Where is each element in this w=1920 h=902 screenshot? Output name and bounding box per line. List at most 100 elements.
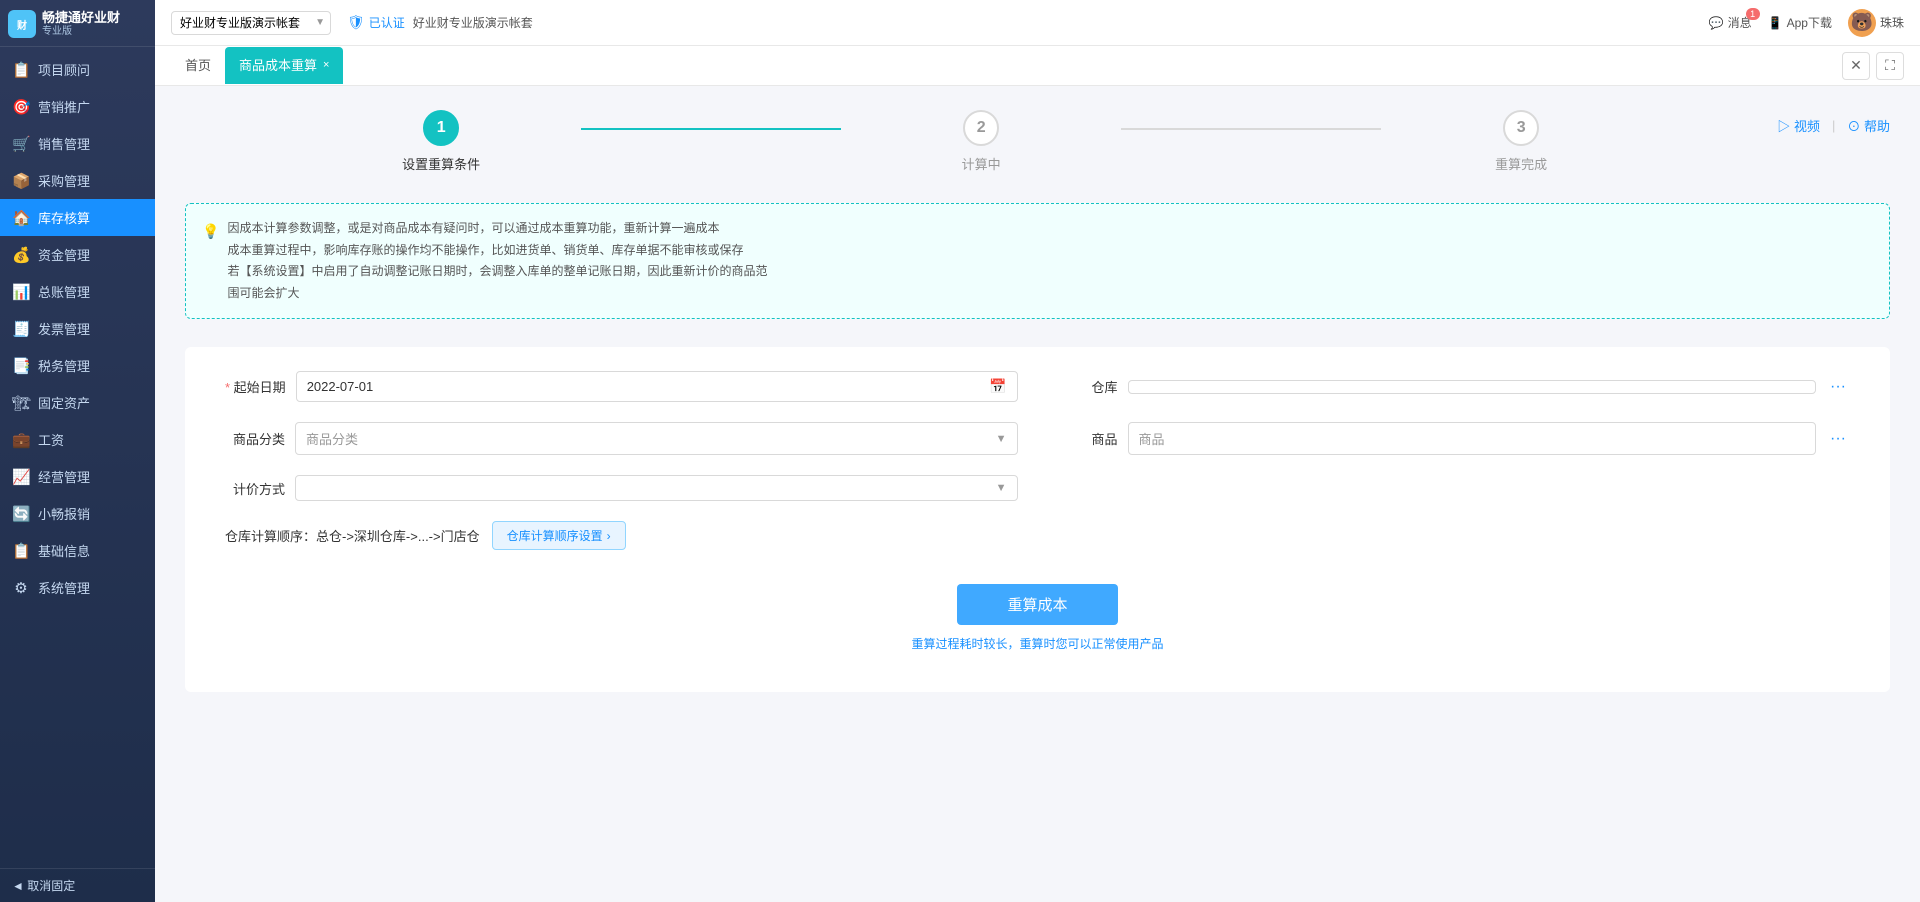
message-badge: 1 [1746,8,1760,20]
sidebar-item-sales[interactable]: 🛒 销售管理 [0,125,155,162]
play-icon: ▷ [1777,119,1790,134]
message-button[interactable]: 💬 消息 1 [1709,14,1752,31]
app-logo-icon: 财 [8,10,36,38]
sidebar-item-tax[interactable]: 📑 税务管理 [0,347,155,384]
category-select[interactable]: 商品分类 ▼ [295,422,1018,455]
chevron-right-icon: › [607,529,611,543]
calendar-icon[interactable]: 📅 [989,378,1006,395]
recalc-button[interactable]: 重算成本 [957,584,1117,625]
purchase-icon: 📦 [12,172,30,190]
video-link[interactable]: ▷ 视频 [1777,116,1820,135]
start-date-value: 2022-07-01 [307,379,983,394]
sidebar-item-label: 经营管理 [38,467,90,486]
marketing-icon: 🎯 [12,98,30,116]
topbar: 好业财专业版演示帐套 ▼ 🛡 已认证 好业财专业版演示帐套 💬 消息 1 📱 A… [155,0,1920,46]
tab-cost-recalc[interactable]: 商品成本重算 × [225,47,343,84]
content-area: 1 设置重算条件 2 计算中 3 [155,86,1920,902]
info-line-2: 成本重算过程中，影响库存账的操作均不能操作，比如进货单、销货单、库存单据不能审核… [227,240,767,262]
form-row-2: 商品分类 商品分类 ▼ 商品 商品 ··· [225,422,1850,455]
warehouse-field: 仓库 ··· [1058,374,1851,400]
start-date-label: 起始日期 [225,377,286,396]
sidebar-item-label: 固定资产 [38,393,90,412]
start-date-input[interactable]: 2022-07-01 📅 [296,371,1018,402]
app-download-button[interactable]: 📱 App下载 [1768,14,1832,31]
info-line-4: 围可能会扩大 [227,283,767,305]
user-avatar-area[interactable]: 🐻 珠珠 [1848,9,1904,37]
sidebar-item-basic[interactable]: 📋 基础信息 [0,532,155,569]
sidebar-item-label: 基础信息 [38,541,90,560]
help-link[interactable]: ⊙ 帮助 [1847,116,1890,135]
warehouse-order-label: 仓库计算顺序：总仓->深圳仓库->...->门店仓 [225,526,480,545]
tabbar-right-buttons: ✕ ⛶ [1842,52,1904,80]
product-input[interactable]: 商品 [1128,422,1817,455]
app-download-label: App下载 [1787,14,1832,31]
shield-icon: 🛡 [347,14,365,31]
sidebar-item-marketing[interactable]: 🎯 营销推广 [0,88,155,125]
topbar-actions: 💬 消息 1 📱 App下载 🐻 珠珠 [1709,9,1904,37]
recalc-note: 重算过程耗时较长，重算时您可以正常使用产品 [225,635,1850,652]
close-panel-button[interactable]: ✕ [1842,52,1870,80]
sidebar-unpin-button[interactable]: ◄ 取消固定 [0,868,155,902]
account-selector[interactable]: 好业财专业版演示帐套 [171,11,331,35]
expand-icon: ⛶ [1885,57,1895,74]
product-field: 商品 商品 ··· [1058,422,1851,455]
expense-icon: 🔄 [12,505,30,523]
account-name-display: 好业财专业版演示帐套 [413,14,533,31]
finance-icon: 💰 [12,246,30,264]
avatar: 🐻 [1848,9,1876,37]
sales-icon: 🛒 [12,135,30,153]
sidebar-item-expense[interactable]: 🔄 小畅报销 [0,495,155,532]
tab-cost-recalc-label: 商品成本重算 [239,55,317,74]
step-2-circle: 2 [963,110,999,146]
pricing-chevron-icon: ▼ [996,482,1007,494]
system-icon: ⚙ [12,579,30,597]
sidebar-item-salary[interactable]: 💼 工资 [0,421,155,458]
warehouse-label: 仓库 [1058,377,1118,396]
sidebar-item-inventory[interactable]: 🏠 库存核算 [0,199,155,236]
sidebar-item-system[interactable]: ⚙ 系统管理 [0,569,155,606]
sidebar-item-accounting[interactable]: 📊 总账管理 [0,273,155,310]
warehouse-more-button[interactable]: ··· [1826,374,1850,400]
sidebar-item-label: 销售管理 [38,134,90,153]
sidebar-item-label: 项目顾问 [38,60,90,79]
product-label: 商品 [1058,429,1118,448]
warehouse-input[interactable] [1128,380,1817,394]
chevron-down-icon: ▼ [996,433,1007,445]
category-placeholder: 商品分类 [306,429,996,448]
step-3-label: 重算完成 [1495,154,1547,173]
sidebar-item-operation[interactable]: 📈 经营管理 [0,458,155,495]
step-3: 3 重算完成 [1381,110,1661,173]
pricing-select[interactable]: ▼ [295,475,1018,501]
verified-label: 已认证 [369,14,405,31]
sidebar-item-assets[interactable]: 🏗 固定资产 [0,384,155,421]
info-line-1: 因成本计算参数调整，或是对商品成本有疑问时，可以通过成本重算功能，重新计算一遍成… [227,218,767,240]
step-connector-1-2 [581,128,841,130]
tab-home[interactable]: 首页 [171,47,225,84]
form-section: 起始日期 2022-07-01 📅 仓库 ··· 商品分类 [185,347,1890,692]
step-2: 2 计算中 [841,110,1121,173]
sidebar-logo: 财 畅捷通好业财 专业版 [0,0,155,47]
app-edition: 专业版 [42,26,120,38]
warehouse-order-settings-button[interactable]: 仓库计算顺序设置 › [492,521,626,550]
step-2-label: 计算中 [962,154,1001,173]
sidebar-item-project[interactable]: 📋 项目顾问 [0,51,155,88]
form-row-1: 起始日期 2022-07-01 📅 仓库 ··· [225,371,1850,402]
step-connector-2-3 [1121,128,1381,130]
assets-icon: 🏗 [12,394,30,412]
expand-panel-button[interactable]: ⛶ [1876,52,1904,80]
category-label: 商品分类 [225,429,285,448]
step-1-circle: 1 [423,110,459,146]
operation-icon: 📈 [12,468,30,486]
warehouse-order-section: 仓库计算顺序：总仓->深圳仓库->...->门店仓 仓库计算顺序设置 › [225,521,1850,550]
warehouse-order-btn-label: 仓库计算顺序设置 [507,527,603,544]
pricing-label: 计价方式 [225,479,285,498]
message-icon: 💬 [1709,16,1724,30]
sidebar-item-finance[interactable]: 💰 资金管理 [0,236,155,273]
tab-close-button[interactable]: × [323,59,329,71]
sidebar-item-invoice[interactable]: 🧾 发票管理 [0,310,155,347]
product-more-button[interactable]: ··· [1826,426,1850,452]
steps-main: 1 设置重算条件 2 计算中 3 [185,110,1777,173]
sidebar-item-purchase[interactable]: 📦 采购管理 [0,162,155,199]
sidebar-item-label: 小畅报销 [38,504,90,523]
step-1: 1 设置重算条件 [301,110,581,173]
